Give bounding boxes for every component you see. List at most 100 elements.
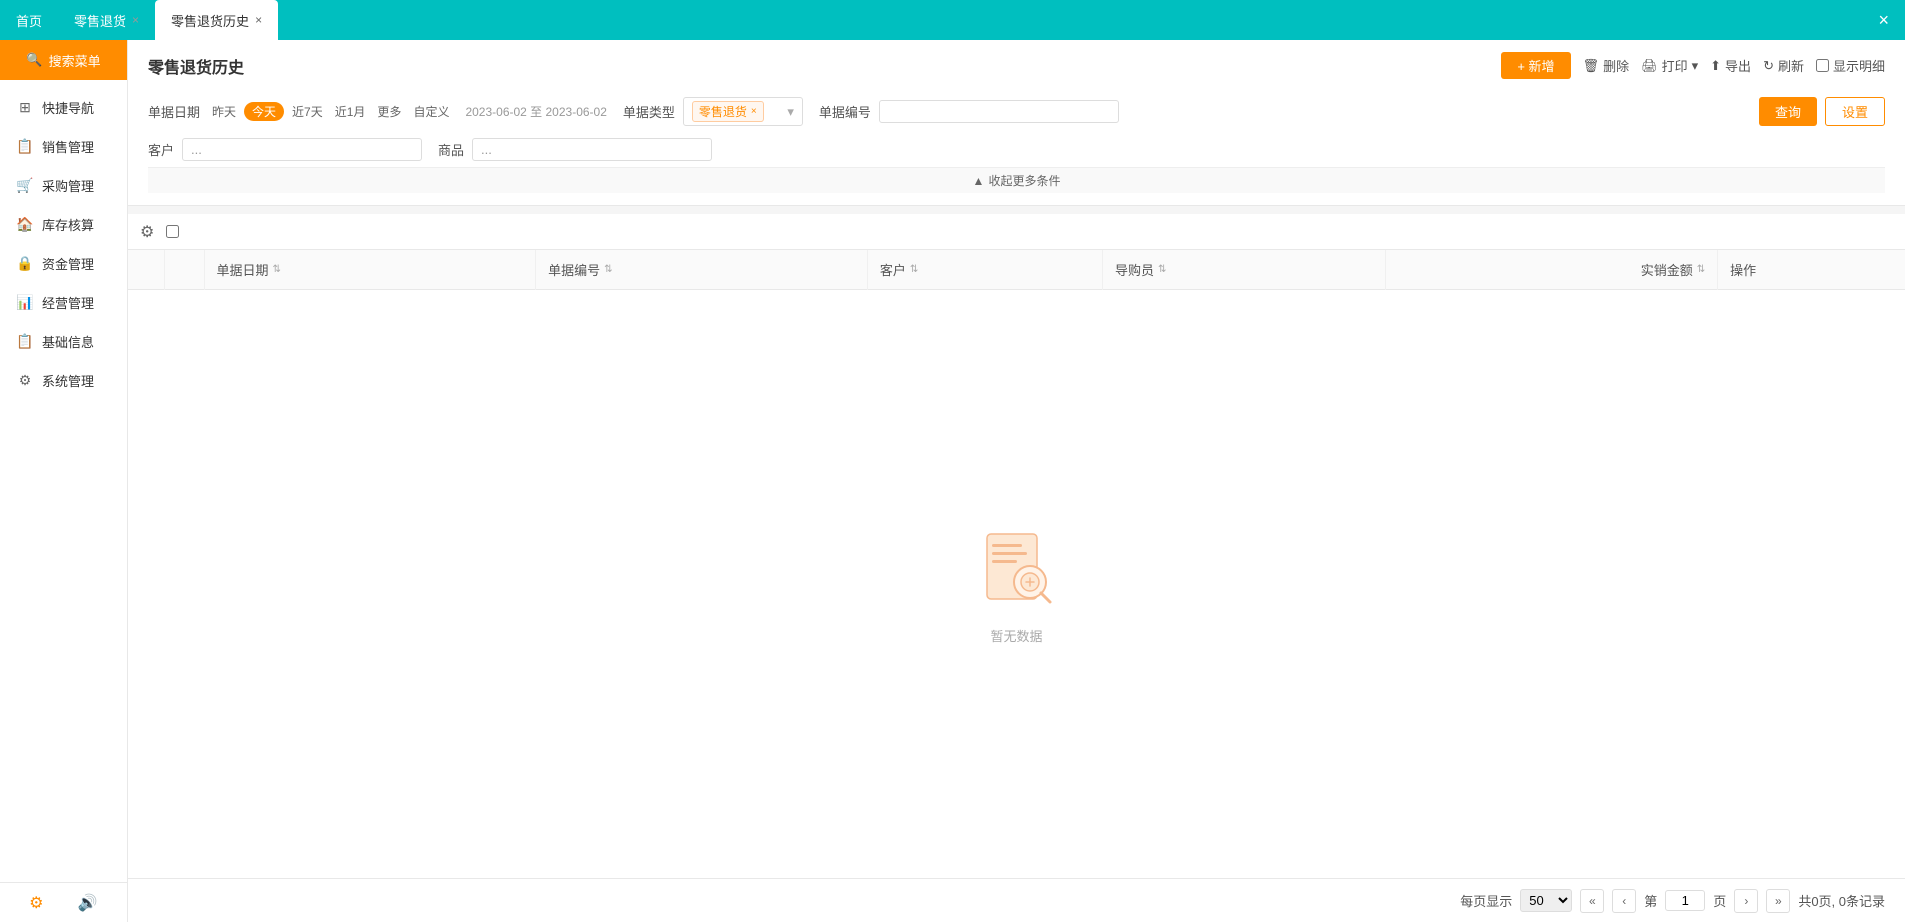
date-shortcut-today[interactable]: 今天: [244, 102, 284, 121]
query-button[interactable]: 查询: [1759, 97, 1817, 126]
filter-settings-button[interactable]: 设置: [1825, 97, 1885, 126]
filter-area: 单据日期 昨天今天近7天近1月更多自定义 2023-06-02 至 2023-0…: [148, 91, 1885, 205]
print-dropdown-icon: ▾: [1692, 58, 1699, 74]
last-page-btn[interactable]: »: [1766, 889, 1790, 913]
product-dots: ...: [481, 142, 492, 157]
th-doc-date[interactable]: 单据日期 ⇅: [204, 250, 536, 290]
doc-type-label: 单据类型: [623, 102, 675, 121]
tab-label-home: 首页: [16, 11, 42, 30]
page-title-row: 零售退货历史 + 新增 🗑 删除 🖨 打印 ▾ ⬆ 导出: [148, 52, 1885, 79]
display-detail-checkbox[interactable]: [1816, 59, 1829, 72]
per-page-select[interactable]: 50 10 20 100: [1520, 889, 1572, 912]
next-page-btn[interactable]: ›: [1734, 889, 1758, 913]
page-number-input[interactable]: [1665, 890, 1705, 911]
date-filter-label: 单据日期: [148, 102, 200, 121]
doc-type-tag-close[interactable]: ×: [751, 106, 757, 117]
pagination: 每页显示 50 10 20 100 « ‹ 第 页 › » 共0页, 0条记录: [128, 878, 1905, 922]
th-customer[interactable]: 客户 ⇅: [867, 250, 1102, 290]
main-layout: 🔍 搜索菜单 ⊞ 快捷导航 📋 销售管理 🛒 采购管理 🏠 库存核算 🔒 资金管…: [0, 40, 1905, 922]
tab-home[interactable]: 首页: [0, 0, 58, 40]
sidebar-bottom: ⚙ 🔊: [0, 882, 127, 922]
export-icon: ⬆: [1710, 58, 1721, 74]
print-button[interactable]: 🖨 打印 ▾: [1641, 56, 1698, 75]
table-settings-icon[interactable]: ⚙: [140, 222, 154, 242]
nav-icon-basic-info: 📋: [16, 333, 34, 351]
doc-type-select[interactable]: 零售退货 × ▾: [683, 97, 803, 126]
display-detail-toggle[interactable]: 显示明细: [1816, 56, 1885, 75]
empty-state: 暂无数据: [128, 290, 1905, 878]
customer-filter: 客户 ...: [148, 138, 422, 161]
date-shortcut-custom[interactable]: 自定义: [409, 102, 453, 121]
product-label: 商品: [438, 140, 464, 159]
th-amount[interactable]: 实销金额 ⇅: [1386, 250, 1718, 290]
nav-icon-purchase: 🛒: [16, 177, 34, 195]
content-area: 零售退货历史 + 新增 🗑 删除 🖨 打印 ▾ ⬆ 导出: [128, 40, 1905, 922]
tab-label-return: 零售退货: [74, 11, 126, 30]
nav-icon-system: ⚙: [16, 372, 34, 390]
refresh-button[interactable]: ↻ 刷新: [1763, 56, 1804, 75]
sort-doc-no: ⇅: [604, 264, 612, 275]
date-shortcut-last7[interactable]: 近7天: [288, 102, 327, 121]
date-shortcut-more[interactable]: 更多: [373, 102, 405, 121]
sidebar-item-sales[interactable]: 📋 销售管理: [0, 127, 127, 166]
delete-button[interactable]: 🗑 删除: [1583, 56, 1630, 75]
table-container: ⚙ 单据日期 ⇅: [128, 214, 1905, 878]
search-icon: 🔍: [26, 52, 42, 68]
table-header-row: 单据日期 ⇅ 单据编号 ⇅: [128, 250, 1905, 290]
sidebar-item-purchase[interactable]: 🛒 采购管理: [0, 166, 127, 205]
tab-return[interactable]: 零售退货 ×: [58, 0, 155, 40]
sidebar-nav: ⊞ 快捷导航 📋 销售管理 🛒 采购管理 🏠 库存核算 🔒 资金管理 📊 经营管…: [0, 80, 127, 882]
nav-label-operation: 经营管理: [42, 293, 94, 312]
tab-close-return-history[interactable]: ×: [255, 13, 262, 27]
top-bar: 首页 零售退货 × 零售退货历史 × ×: [0, 0, 1905, 40]
th-settings: [128, 250, 164, 290]
empty-illustration: [972, 524, 1062, 614]
tab-label-return-history: 零售退货历史: [171, 11, 249, 30]
sidebar-item-quick-nav[interactable]: ⊞ 快捷导航: [0, 88, 127, 127]
sidebar-item-inventory[interactable]: 🏠 库存核算: [0, 205, 127, 244]
query-buttons: 查询 设置: [1759, 97, 1885, 126]
tab-bar: 首页 零售退货 × 零售退货历史 ×: [0, 0, 1878, 40]
nav-label-sales: 销售管理: [42, 137, 94, 156]
sidebar-search[interactable]: 🔍 搜索菜单: [0, 40, 127, 80]
date-shortcut-last_month[interactable]: 近1月: [331, 102, 370, 121]
sidebar-item-basic-info[interactable]: 📋 基础信息: [0, 322, 127, 361]
product-select[interactable]: ...: [472, 138, 712, 161]
date-shortcut-yesterday[interactable]: 昨天: [208, 102, 240, 121]
volume-bottom-icon[interactable]: 🔊: [78, 893, 98, 913]
collapse-button[interactable]: ▲ 收起更多条件: [148, 167, 1885, 193]
tab-close-return[interactable]: ×: [132, 13, 139, 27]
th-doc-no[interactable]: 单据编号 ⇅: [536, 250, 868, 290]
settings-bottom-icon[interactable]: ⚙: [29, 893, 43, 913]
date-filter: 单据日期 昨天今天近7天近1月更多自定义 2023-06-02 至 2023-0…: [148, 102, 607, 121]
window-close-btn[interactable]: ×: [1878, 10, 1905, 31]
first-page-btn[interactable]: «: [1580, 889, 1604, 913]
doc-type-dropdown-icon: ▾: [787, 104, 794, 120]
nav-label-system: 系统管理: [42, 371, 94, 390]
th-checkbox: [164, 250, 204, 290]
nav-label-basic-info: 基础信息: [42, 332, 94, 351]
select-all-checkbox[interactable]: [166, 225, 179, 238]
new-button[interactable]: + 新增: [1501, 52, 1570, 79]
sidebar-item-operation[interactable]: 📊 经营管理: [0, 283, 127, 322]
nav-label-purchase: 采购管理: [42, 176, 94, 195]
sidebar-item-system[interactable]: ⚙ 系统管理: [0, 361, 127, 400]
collapse-icon: ▲: [973, 174, 985, 188]
page-label: 页: [1713, 891, 1726, 910]
doc-no-input[interactable]: [879, 100, 1119, 123]
tab-return-history[interactable]: 零售退货历史 ×: [155, 0, 278, 40]
th-guide[interactable]: 导购员 ⇅: [1103, 250, 1386, 290]
nav-label-inventory: 库存核算: [42, 215, 94, 234]
customer-select[interactable]: ...: [182, 138, 422, 161]
nav-icon-quick-nav: ⊞: [16, 99, 34, 117]
doc-type-tag: 零售退货 ×: [692, 101, 764, 122]
export-button[interactable]: ⬆ 导出: [1710, 56, 1751, 75]
nav-icon-sales: 📋: [16, 138, 34, 156]
nav-label-quick-nav: 快捷导航: [42, 98, 94, 117]
sidebar-item-finance[interactable]: 🔒 资金管理: [0, 244, 127, 283]
th-action: 操作: [1718, 250, 1905, 290]
refresh-icon: ↻: [1763, 58, 1774, 74]
nav-icon-finance: 🔒: [16, 255, 34, 273]
prev-page-btn[interactable]: ‹: [1612, 889, 1636, 913]
nav-label-finance: 资金管理: [42, 254, 94, 273]
